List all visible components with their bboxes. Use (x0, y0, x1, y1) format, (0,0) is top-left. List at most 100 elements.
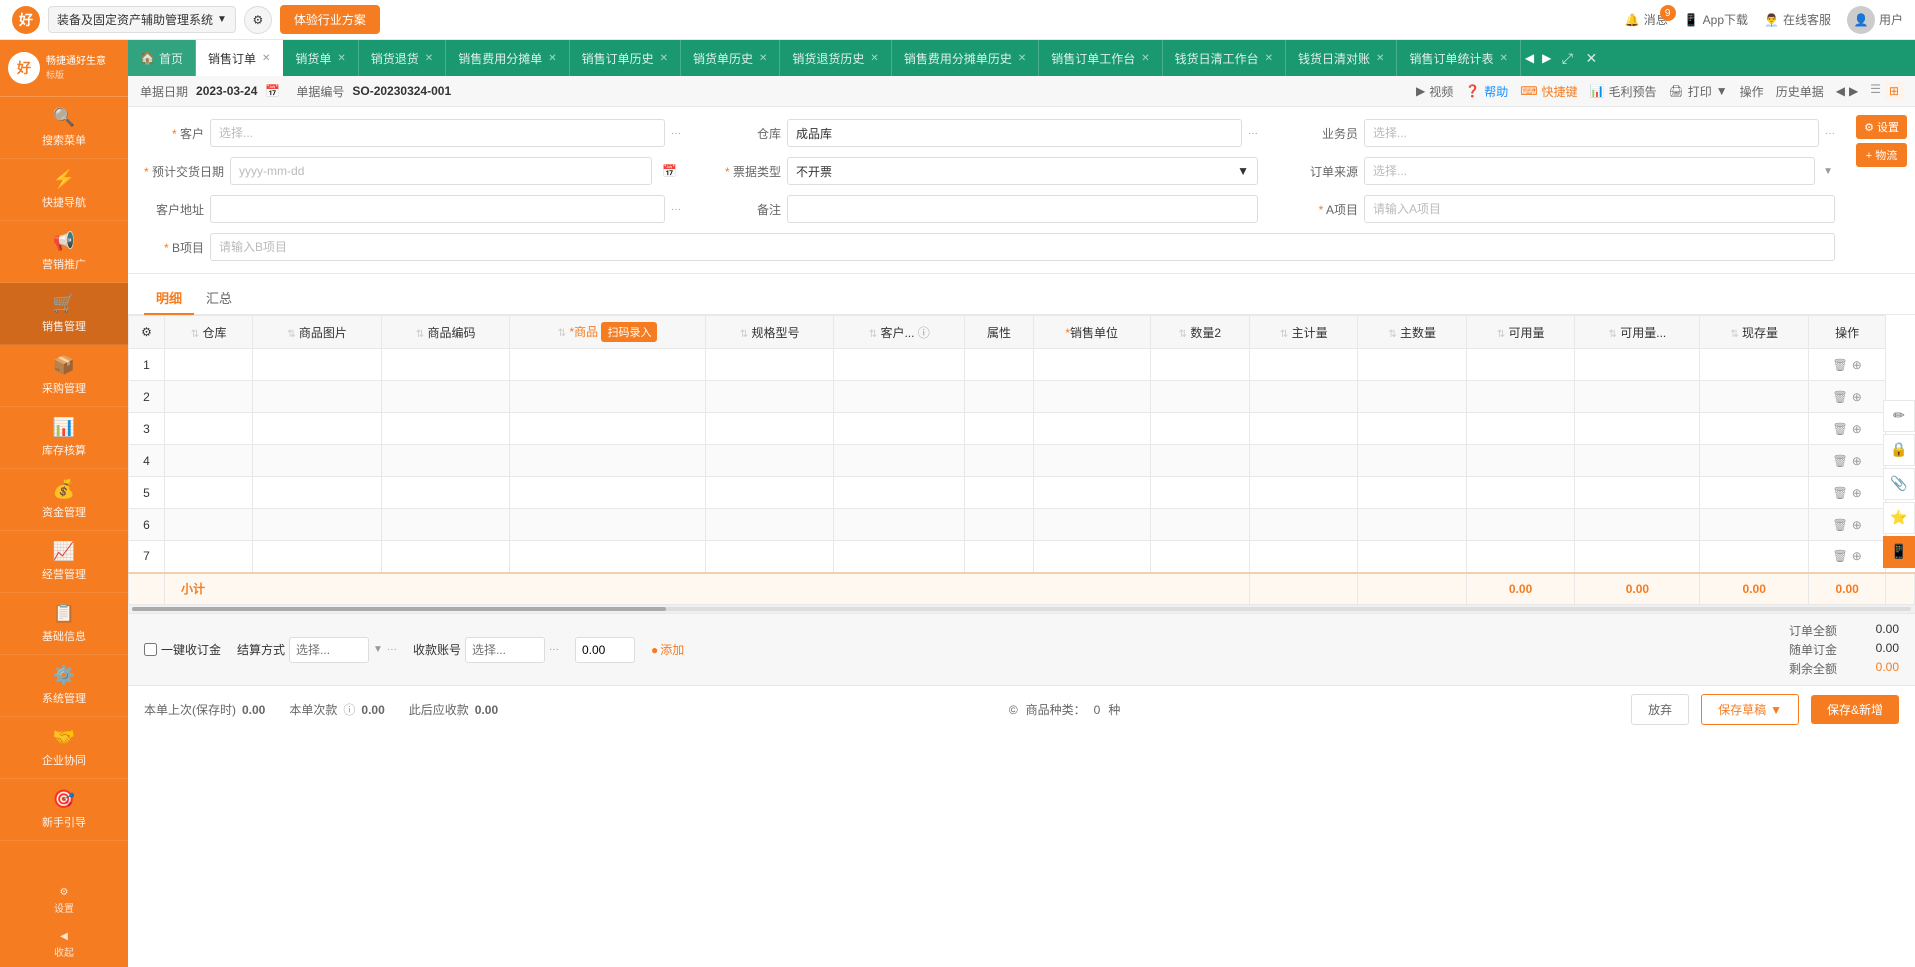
delivery-input[interactable] (230, 157, 652, 185)
row-attribute[interactable] (965, 477, 1034, 509)
row-main-unit[interactable] (1250, 381, 1358, 413)
row-available2[interactable] (1575, 477, 1700, 509)
scrollbar[interactable] (128, 605, 1915, 613)
row-warehouse[interactable] (165, 413, 253, 445)
float-scan-btn[interactable]: 📱 (1883, 536, 1915, 568)
row-customer-code[interactable] (834, 349, 965, 381)
help-btn[interactable]: ❓ 帮助 (1465, 83, 1508, 100)
note-input[interactable] (787, 195, 1258, 223)
row-product-image[interactable] (253, 509, 382, 541)
row-customer-code[interactable] (834, 541, 965, 573)
save-new-button[interactable]: 保存&新增 (1811, 695, 1899, 724)
row-product-image[interactable] (253, 413, 382, 445)
tab-order-history[interactable]: 销售订单历史 ✕ (570, 40, 681, 76)
tab-sales-return[interactable]: 销货单 ✕ (283, 40, 358, 76)
row-spec[interactable] (705, 445, 834, 477)
sidebar-item-marketing[interactable]: 📢 营销推广 (0, 221, 128, 283)
tab-home[interactable]: 🏠 首页 (128, 40, 196, 76)
row-sales-unit[interactable] (1033, 413, 1150, 445)
row-qty2[interactable] (1150, 477, 1249, 509)
row-available1[interactable] (1466, 349, 1574, 381)
row-qty2[interactable] (1150, 349, 1249, 381)
copy-icon[interactable]: ⊕ (1852, 549, 1862, 563)
row-spec[interactable] (705, 413, 834, 445)
tab-delivery-history[interactable]: 销货退货历史 ✕ (780, 40, 891, 76)
col-qty2[interactable]: ⇅ 数量2 (1150, 316, 1249, 349)
row-available1[interactable] (1466, 381, 1574, 413)
row-attribute[interactable] (965, 509, 1034, 541)
list-view-icon[interactable]: ☰ (1870, 82, 1881, 100)
row-current-stock[interactable] (1700, 445, 1808, 477)
tab-close-icon[interactable]: ✕ (1018, 53, 1026, 64)
row-attribute[interactable] (965, 413, 1034, 445)
col-available1[interactable]: ⇅ 可用量 (1466, 316, 1574, 349)
row-sales-unit[interactable] (1033, 445, 1150, 477)
col-customer-code[interactable]: ⇅ 客户... ⓘ (834, 316, 965, 349)
address-input[interactable] (210, 195, 665, 223)
tab-expense-split[interactable]: 销售费用分摊单 ✕ (446, 40, 569, 76)
row-main-qty[interactable] (1358, 349, 1466, 381)
sidebar-item-system[interactable]: ⚙️ 系统管理 (0, 655, 128, 717)
tab-detail[interactable]: 明细 (144, 282, 194, 315)
user-item[interactable]: 👤 用户 (1847, 6, 1903, 34)
tab-close-icon[interactable]: ✕ (425, 53, 433, 64)
customer-more-btn[interactable]: ··· (671, 128, 681, 139)
row-available1[interactable] (1466, 477, 1574, 509)
col-product[interactable]: ⇅ *商品 扫码录入 (510, 316, 706, 349)
row-spec[interactable] (705, 477, 834, 509)
row-product-code[interactable] (381, 413, 510, 445)
row-available2[interactable] (1575, 509, 1700, 541)
a-project-input[interactable] (1364, 195, 1835, 223)
row-available2[interactable] (1575, 381, 1700, 413)
row-product-code[interactable] (381, 509, 510, 541)
print-btn[interactable]: 🖨 打印 ▼ (1669, 83, 1728, 100)
nav-prev-icon[interactable]: ◀ (1836, 84, 1845, 98)
row-warehouse[interactable] (165, 445, 253, 477)
float-lock-btn[interactable]: 🔒 (1883, 434, 1915, 466)
row-product-image[interactable] (253, 349, 382, 381)
row-warehouse[interactable] (165, 541, 253, 573)
col-main-qty[interactable]: ⇅ 主数量 (1358, 316, 1466, 349)
row-main-unit[interactable] (1250, 413, 1358, 445)
row-product-code[interactable] (381, 477, 510, 509)
tab-close-icon[interactable]: ✕ (1376, 53, 1384, 64)
sidebar-item-purchase[interactable]: 📦 采购管理 (0, 345, 128, 407)
col-sales-unit[interactable]: *销售单位 (1033, 316, 1150, 349)
row-product[interactable] (510, 541, 706, 573)
tab-sales-delivery[interactable]: 销货退货 ✕ (359, 40, 446, 76)
col-attribute[interactable]: 属性 (965, 316, 1034, 349)
row-current-stock[interactable] (1700, 381, 1808, 413)
tab-order-stats[interactable]: 销售订单统计表 ✕ (1397, 40, 1520, 76)
trial-button[interactable]: 体验行业方案 (280, 5, 380, 34)
row-main-unit[interactable] (1250, 541, 1358, 573)
tab-return-history[interactable]: 销货单历史 ✕ (681, 40, 780, 76)
tab-expense-history[interactable]: 销售费用分摊单历史 ✕ (892, 40, 1039, 76)
row-qty2[interactable] (1150, 541, 1249, 573)
delete-icon[interactable]: 🗑 (1833, 358, 1848, 372)
row-product[interactable] (510, 445, 706, 477)
payment-method-input[interactable] (289, 637, 369, 663)
row-product-image[interactable] (253, 445, 382, 477)
tab-summary[interactable]: 汇总 (194, 282, 244, 315)
col-product-code[interactable]: ⇅ 商品编码 (381, 316, 510, 349)
tab-close-all-btn[interactable]: ✕ (1579, 46, 1603, 70)
amount-input[interactable] (575, 637, 635, 663)
row-main-qty[interactable] (1358, 541, 1466, 573)
row-customer-code[interactable] (834, 509, 965, 541)
row-main-qty[interactable] (1358, 445, 1466, 477)
row-current-stock[interactable] (1700, 541, 1808, 573)
row-customer-code[interactable] (834, 413, 965, 445)
row-available2[interactable] (1575, 413, 1700, 445)
col-current-stock[interactable]: ⇅ 现存量 (1700, 316, 1808, 349)
account-more-btn[interactable]: ··· (549, 644, 559, 655)
add-material-btn[interactable]: + 物流 (1856, 143, 1907, 167)
tab-close-icon[interactable]: ✕ (1265, 53, 1273, 64)
sidebar-item-sales[interactable]: 🛒 销售管理 (0, 283, 128, 345)
profit-btn[interactable]: 📊 毛利预告 (1590, 83, 1657, 100)
copy-icon[interactable]: ⊕ (1852, 486, 1862, 500)
tab-nav-left[interactable]: ◀ (1521, 51, 1538, 65)
col-available2[interactable]: ⇅ 可用量... (1575, 316, 1700, 349)
row-product[interactable] (510, 509, 706, 541)
delete-icon[interactable]: 🗑 (1833, 486, 1848, 500)
row-main-unit[interactable] (1250, 477, 1358, 509)
